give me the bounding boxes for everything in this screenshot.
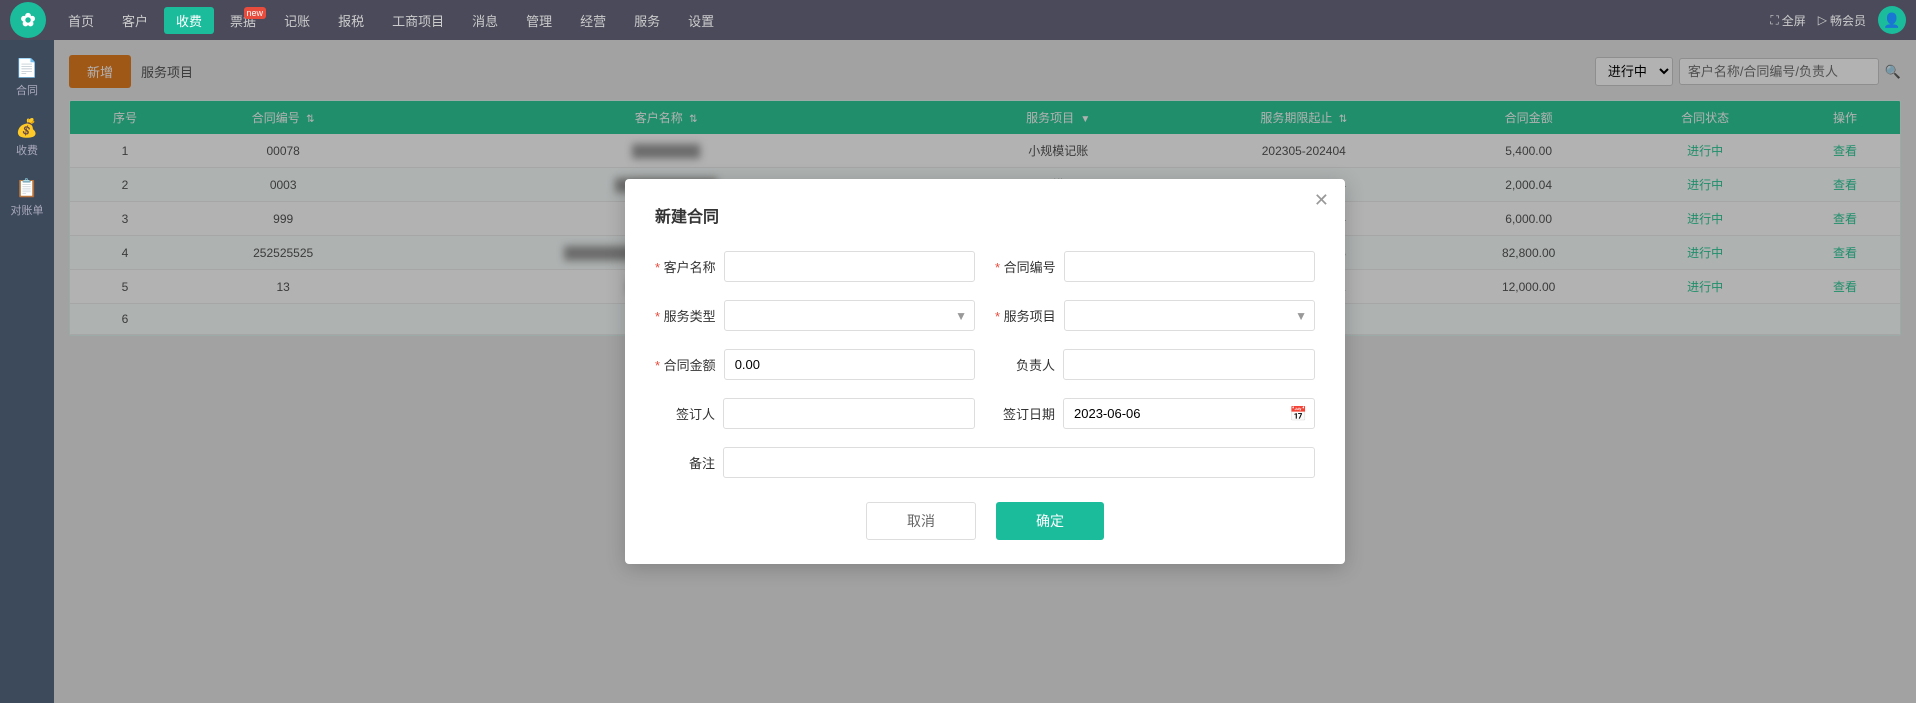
- form-field-service-item: 服务项目 ▼: [995, 300, 1315, 331]
- avatar[interactable]: 👤: [1878, 6, 1906, 34]
- top-navigation: ✿ 首页 客户 收费 票据 new 记账 报税 工商项目 消息 管理 经营 服务…: [0, 0, 1916, 40]
- statement-icon: 📋: [16, 178, 38, 199]
- content-area: 新增 服务项目 进行中 全部 已完成 已终止 🔍 序号 合同编号 ⇅: [54, 40, 1916, 703]
- nav-invoice[interactable]: 票据 new: [218, 7, 268, 34]
- nav-message[interactable]: 消息: [460, 7, 510, 34]
- signer-label: 签订人: [655, 404, 715, 423]
- nav-tax[interactable]: 报税: [326, 7, 376, 34]
- new-badge: new: [244, 7, 267, 19]
- contract-no-input[interactable]: [1064, 251, 1315, 282]
- nav-items: 首页 客户 收费 票据 new 记账 报税 工商项目 消息 管理 经营 服务 设…: [56, 7, 1770, 34]
- form-row-2: 服务类型 ▼ 服务项目: [655, 300, 1315, 331]
- person-in-charge-label: 负责人: [995, 355, 1055, 374]
- nav-business[interactable]: 工商项目: [380, 7, 456, 34]
- play-icon: ▷: [1818, 13, 1827, 27]
- nav-service[interactable]: 服务: [622, 7, 672, 34]
- contract-icon: 📄: [16, 58, 38, 79]
- new-contract-modal: ✕ 新建合同 客户名称 合同编号 服务类型: [625, 179, 1345, 564]
- service-type-select-wrap: ▼: [724, 300, 975, 331]
- sidebar-item-contract[interactable]: 📄 合同: [2, 50, 52, 106]
- customer-name-label: 客户名称: [655, 257, 716, 276]
- sidebar-item-billing[interactable]: 💰 收费: [2, 110, 52, 166]
- member-button[interactable]: ▷ 畅会员: [1818, 12, 1866, 29]
- form-field-signer: 签订人: [655, 398, 975, 429]
- app-logo: ✿: [10, 2, 46, 38]
- service-item-select[interactable]: [1064, 300, 1315, 331]
- contract-amount-input[interactable]: [724, 349, 975, 380]
- form-field-customer-name: 客户名称: [655, 251, 975, 282]
- modal-footer: 取消 确定: [655, 502, 1315, 540]
- sign-date-input[interactable]: [1063, 398, 1315, 429]
- form-field-person-in-charge: 负责人: [995, 349, 1315, 380]
- modal-close-button[interactable]: ✕: [1314, 191, 1329, 209]
- form-field-amount: 合同金额: [655, 349, 975, 380]
- main-layout: 📄 合同 💰 收费 📋 对账单 新增 服务项目 进行中 全部 已完成 已终止: [0, 40, 1916, 703]
- service-item-label: 服务项目: [995, 306, 1056, 325]
- nav-operation[interactable]: 经营: [568, 7, 618, 34]
- form-field-sign-date: 签订日期 📅: [995, 398, 1315, 429]
- form-row-4: 签订人 签订日期 📅: [655, 398, 1315, 429]
- nav-bookkeeping[interactable]: 记账: [272, 7, 322, 34]
- top-nav-right: ⛶ 全屏 ▷ 畅会员 👤: [1770, 6, 1906, 34]
- service-type-label: 服务类型: [655, 306, 716, 325]
- contract-amount-label: 合同金额: [655, 355, 716, 374]
- remark-input[interactable]: [723, 447, 1315, 478]
- nav-settings[interactable]: 设置: [676, 7, 726, 34]
- nav-home[interactable]: 首页: [56, 7, 106, 34]
- person-in-charge-input[interactable]: [1063, 349, 1315, 380]
- sign-date-wrap: 📅: [1063, 398, 1315, 429]
- fullscreen-button[interactable]: ⛶ 全屏: [1770, 12, 1805, 29]
- nav-billing[interactable]: 收费: [164, 7, 214, 34]
- form-row-3: 合同金额 负责人: [655, 349, 1315, 380]
- sidebar-item-statement[interactable]: 📋 对账单: [2, 170, 52, 226]
- form-row-5: 备注: [655, 447, 1315, 478]
- billing-icon: 💰: [16, 118, 38, 139]
- sidebar: 📄 合同 💰 收费 📋 对账单: [0, 40, 54, 703]
- confirm-button[interactable]: 确定: [996, 502, 1104, 540]
- service-item-select-wrap: ▼: [1064, 300, 1315, 331]
- contract-no-label: 合同编号: [995, 257, 1056, 276]
- logo-icon: ✿: [20, 10, 35, 31]
- sign-date-label: 签订日期: [995, 404, 1055, 423]
- form-field-contract-no: 合同编号: [995, 251, 1315, 282]
- cancel-button[interactable]: 取消: [866, 502, 976, 540]
- signer-input[interactable]: [723, 398, 975, 429]
- form-field-service-type: 服务类型 ▼: [655, 300, 975, 331]
- nav-customer[interactable]: 客户: [110, 7, 160, 34]
- customer-name-input[interactable]: [724, 251, 975, 282]
- fullscreen-icon: ⛶: [1770, 13, 1778, 28]
- modal-overlay: ✕ 新建合同 客户名称 合同编号 服务类型: [54, 40, 1916, 703]
- form-field-remark: 备注: [655, 447, 1315, 478]
- form-row-1: 客户名称 合同编号: [655, 251, 1315, 282]
- remark-label: 备注: [655, 453, 715, 472]
- modal-title: 新建合同: [655, 203, 1315, 227]
- nav-management[interactable]: 管理: [514, 7, 564, 34]
- service-type-select[interactable]: [724, 300, 975, 331]
